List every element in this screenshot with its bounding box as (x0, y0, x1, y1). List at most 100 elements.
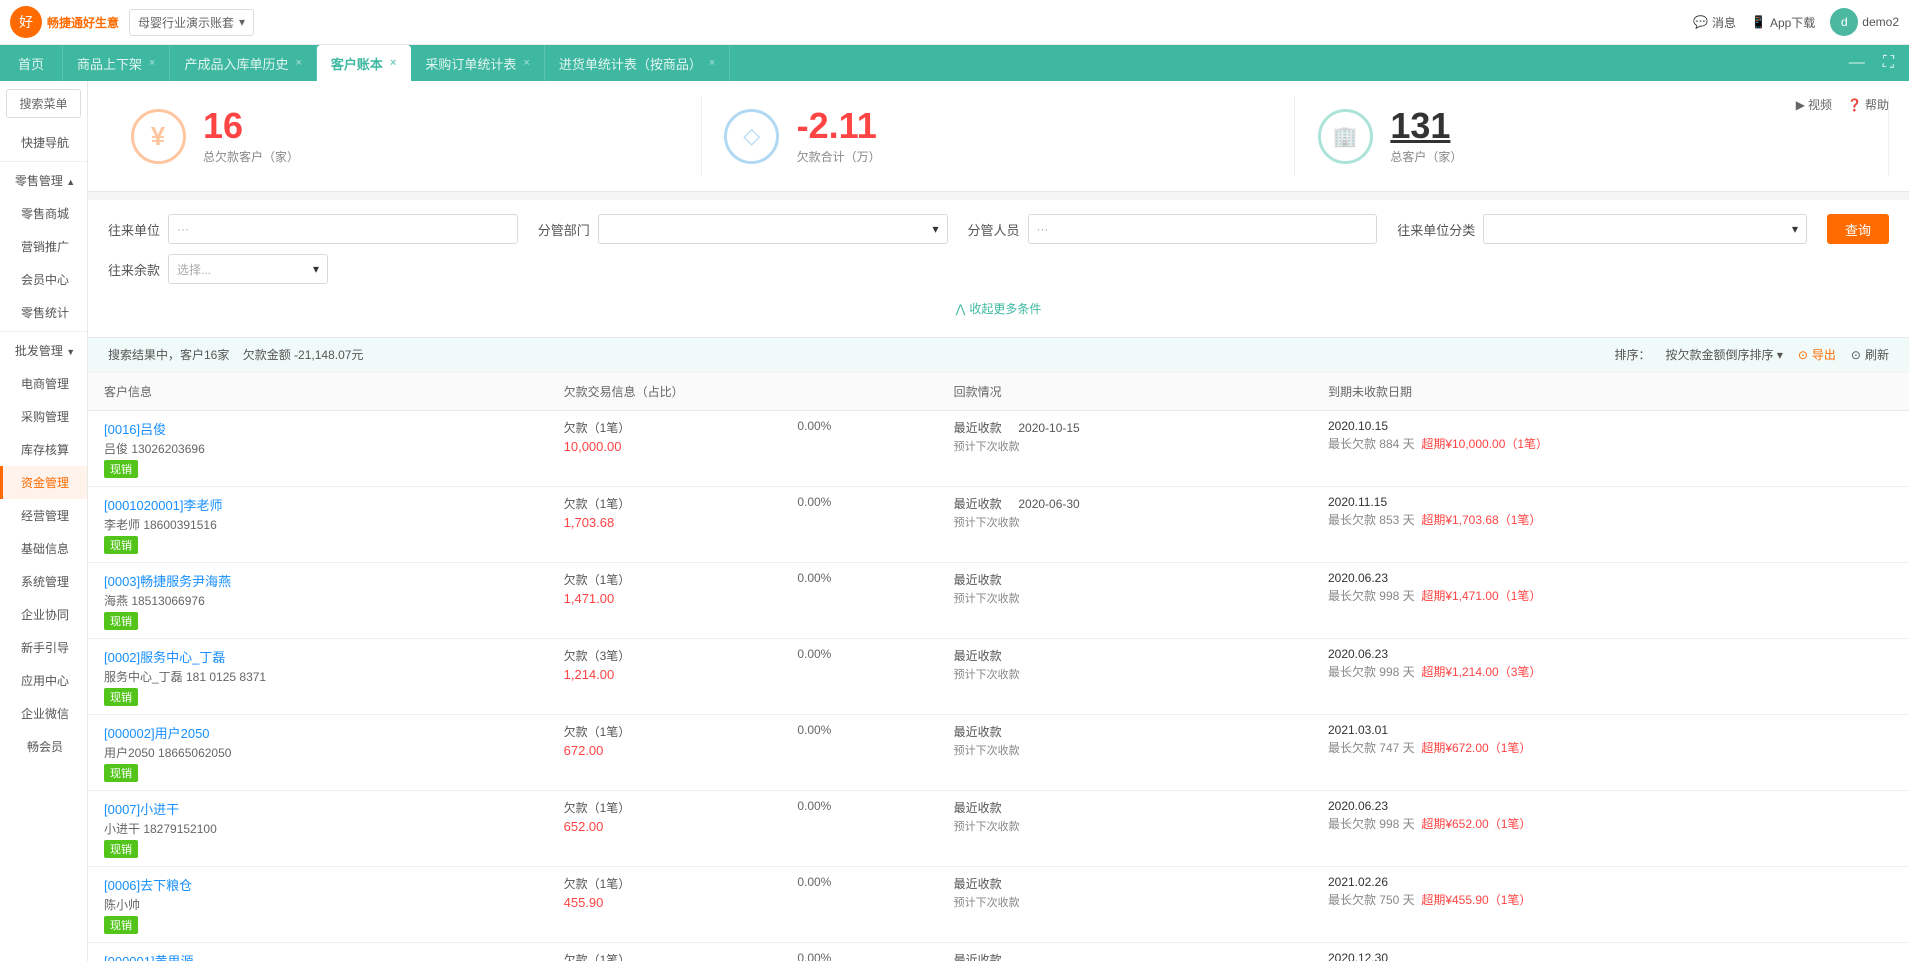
sidebar-item-basic-info[interactable]: 基础信息 (0, 532, 87, 565)
sidebar-item-purchase-label: 采购管理 (21, 410, 69, 424)
user-area[interactable]: d demo2 (1830, 8, 1899, 36)
yuan-icon: ¥ (131, 109, 186, 164)
col-debt-info: 欠款交易信息（占比） (548, 373, 938, 411)
sidebar-item-guide[interactable]: 新手引导 (0, 631, 87, 664)
overdue-link[interactable]: 超期¥652.00（1笔） (1421, 817, 1531, 831)
debt-amount: 652.00 (564, 819, 766, 834)
app-name: 畅捷通好生意 (47, 14, 119, 31)
sidebar-item-system[interactable]: 系统管理 (0, 565, 87, 598)
sidebar-item-retail-mall[interactable]: 零售商城 (0, 197, 87, 230)
next-collect: 预计下次收款 (954, 818, 1296, 834)
collapse-btn[interactable]: ⋀ 收起更多条件 (108, 294, 1889, 323)
due-cell: 2021.03.01 最长欠款 747 天 超期¥672.00（1笔） (1312, 715, 1909, 791)
sidebar-item-guide-label: 新手引导 (21, 641, 69, 655)
refresh-btn[interactable]: ⊙ 刷新 (1851, 346, 1889, 363)
tab-purchase-stats-label: 进货单统计表（按商品） (559, 54, 702, 73)
sidebar-item-member[interactable]: 畅会员 (0, 730, 87, 763)
sidebar-item-wecom[interactable]: 企业微信 (0, 697, 87, 730)
store-selector[interactable]: 母婴行业演示账套 ▾ (129, 9, 254, 36)
sidebar-item-membership[interactable]: 会员中心 (0, 263, 87, 296)
customer-name-link[interactable]: [0016]吕俊 (104, 422, 166, 437)
filter-area: 往来单位 ··· 分管部门 ▾ 分管人员 ··· (88, 200, 1909, 337)
overdue-link[interactable]: 超期¥1,471.00（1笔） (1421, 589, 1541, 603)
logo-icon: 好 (10, 6, 42, 38)
sidebar-item-purchase[interactable]: 采购管理 (0, 400, 87, 433)
customer-name-link[interactable]: [000001]黄思源 (104, 954, 194, 961)
sidebar-item-ecommerce[interactable]: 电商管理 (0, 367, 87, 400)
message-btn[interactable]: 💬 消息 (1693, 14, 1736, 31)
customer-name-link[interactable]: [000002]用户2050 (104, 726, 210, 741)
sidebar-item-retail-mgmt-label: 零售管理 (15, 174, 63, 188)
sidebar-item-retail-stats[interactable]: 零售统计 (0, 296, 87, 329)
message-icon: 💬 (1693, 15, 1708, 29)
result-sort-select[interactable]: 按欠款金额倒序排序 ▾ (1665, 346, 1782, 363)
remaining-select[interactable]: 选择... ▾ (168, 254, 328, 284)
tab-close-icon[interactable]: × (149, 57, 155, 69)
tab-product-history[interactable]: 产成品入库单历史 × (170, 45, 316, 81)
unit-class-select[interactable]: ▾ (1483, 214, 1807, 244)
overdue-link[interactable]: 超期¥1,214.00（3笔） (1421, 665, 1541, 679)
tab-close-icon[interactable]: × (523, 57, 529, 69)
sidebar-item-operations[interactable]: 经营管理 (0, 499, 87, 532)
tab-close-icon[interactable]: × (709, 57, 715, 69)
debt-amount-label: 欠款合计（万） (797, 148, 881, 165)
dept-select[interactable]: ▾ (598, 214, 948, 244)
customer-cell: [0003]畅捷服务尹海燕 海燕 18513066976 现销 (88, 563, 548, 639)
sidebar-item-enterprise[interactable]: 企业协同 (0, 598, 87, 631)
app-download-btn[interactable]: 📱 App下载 (1751, 14, 1815, 31)
debt-ratio-cell: 0.00% (781, 563, 937, 639)
refresh-icon: ⊙ (1851, 348, 1861, 362)
sidebar-item-quick-nav[interactable]: 快捷导航 (0, 126, 87, 159)
overdue-link[interactable]: 超期¥672.00（1笔） (1421, 741, 1531, 755)
due-date: 2021.03.01 (1328, 723, 1893, 737)
sidebar-item-retail-mgmt[interactable]: 零售管理 ▲ (0, 164, 87, 197)
last-collect: 最近收款 2020-06-30 (954, 495, 1296, 512)
sidebar-item-inventory[interactable]: 库存核算 (0, 433, 87, 466)
tab-minimize-icon[interactable]: — (1844, 54, 1870, 72)
tab-purchase-order[interactable]: 采购订单统计表 × (411, 45, 544, 81)
overdue-link[interactable]: 超期¥10,000.00（1笔） (1421, 437, 1548, 451)
top-bar-right: 💬 消息 📱 App下载 d demo2 (1693, 8, 1899, 36)
sidebar-item-marketing[interactable]: 营销推广 (0, 230, 87, 263)
overdue-link[interactable]: 超期¥1,703.68（1笔） (1421, 513, 1541, 527)
debt-count: 欠款（1笔） (564, 419, 766, 436)
total-customers-number: 131 (1390, 108, 1462, 144)
filter-dept-label: 分管部门 (538, 220, 590, 239)
dept-dropdown-icon: ▾ (932, 222, 938, 236)
from-unit-input[interactable]: ··· (168, 214, 518, 244)
sidebar-item-finance[interactable]: 资金管理 (0, 466, 87, 499)
help-btn[interactable]: ❓ 帮助 (1847, 96, 1889, 113)
tab-customer-account[interactable]: 客户账本 × (317, 45, 411, 81)
customer-tag: 现销 (104, 916, 138, 934)
tab-maximize-icon[interactable]: ⛶ (1878, 54, 1899, 72)
filter-remaining-label: 往来余款 (108, 260, 160, 279)
tab-close-icon[interactable]: × (390, 57, 396, 69)
search-btn[interactable]: 查询 (1827, 214, 1889, 244)
customer-name-link[interactable]: [0003]畅捷服务尹海燕 (104, 574, 231, 589)
tab-home[interactable]: 首页 (0, 45, 63, 81)
tab-purchase-stats[interactable]: 进货单统计表（按商品） × (545, 45, 730, 81)
debt-count-cell: 欠款（3笔） 1,214.00 (548, 639, 782, 715)
debt-amount-number: -2.11 (797, 108, 881, 144)
col-due-date: 到期未收款日期 (1312, 373, 1909, 411)
sidebar-item-app-center[interactable]: 应用中心 (0, 664, 87, 697)
customer-cell: [0006]去下粮仓 陈小帅 现销 (88, 867, 548, 943)
search-menu-btn[interactable]: 搜索菜单 (6, 89, 81, 118)
debt-count: 欠款（1笔） (564, 799, 766, 816)
sidebar-item-wholesale[interactable]: 批发管理 ▼ (0, 334, 87, 367)
table-row: [0016]吕俊 吕俊 13026203696 现销 欠款（1笔） 10,000… (88, 411, 1909, 487)
return-cell: 最近收款 2020-06-30 预计下次收款 (938, 487, 1312, 563)
video-btn[interactable]: ▶ 视频 (1796, 96, 1832, 113)
export-btn[interactable]: ⊙ 导出 (1798, 346, 1836, 363)
customer-name-link[interactable]: [0007]小进干 (104, 802, 179, 817)
debt-ratio-cell: 0.00% (781, 867, 937, 943)
overdue-link[interactable]: 超期¥455.90（1笔） (1421, 893, 1531, 907)
customer-name-link[interactable]: [0002]服务中心_丁磊 (104, 650, 225, 665)
staff-input[interactable]: ··· (1028, 214, 1378, 244)
customer-name-link[interactable]: [0006]去下粮仓 (104, 878, 192, 893)
customer-name-link[interactable]: [0001020001]李老师 (104, 498, 223, 513)
stat-debt-amount-content: -2.11 欠款合计（万） (797, 108, 881, 165)
debt-amount: 455.90 (564, 895, 766, 910)
tab-product-shelf[interactable]: 商品上下架 × (63, 45, 170, 81)
tab-close-icon[interactable]: × (295, 57, 301, 69)
